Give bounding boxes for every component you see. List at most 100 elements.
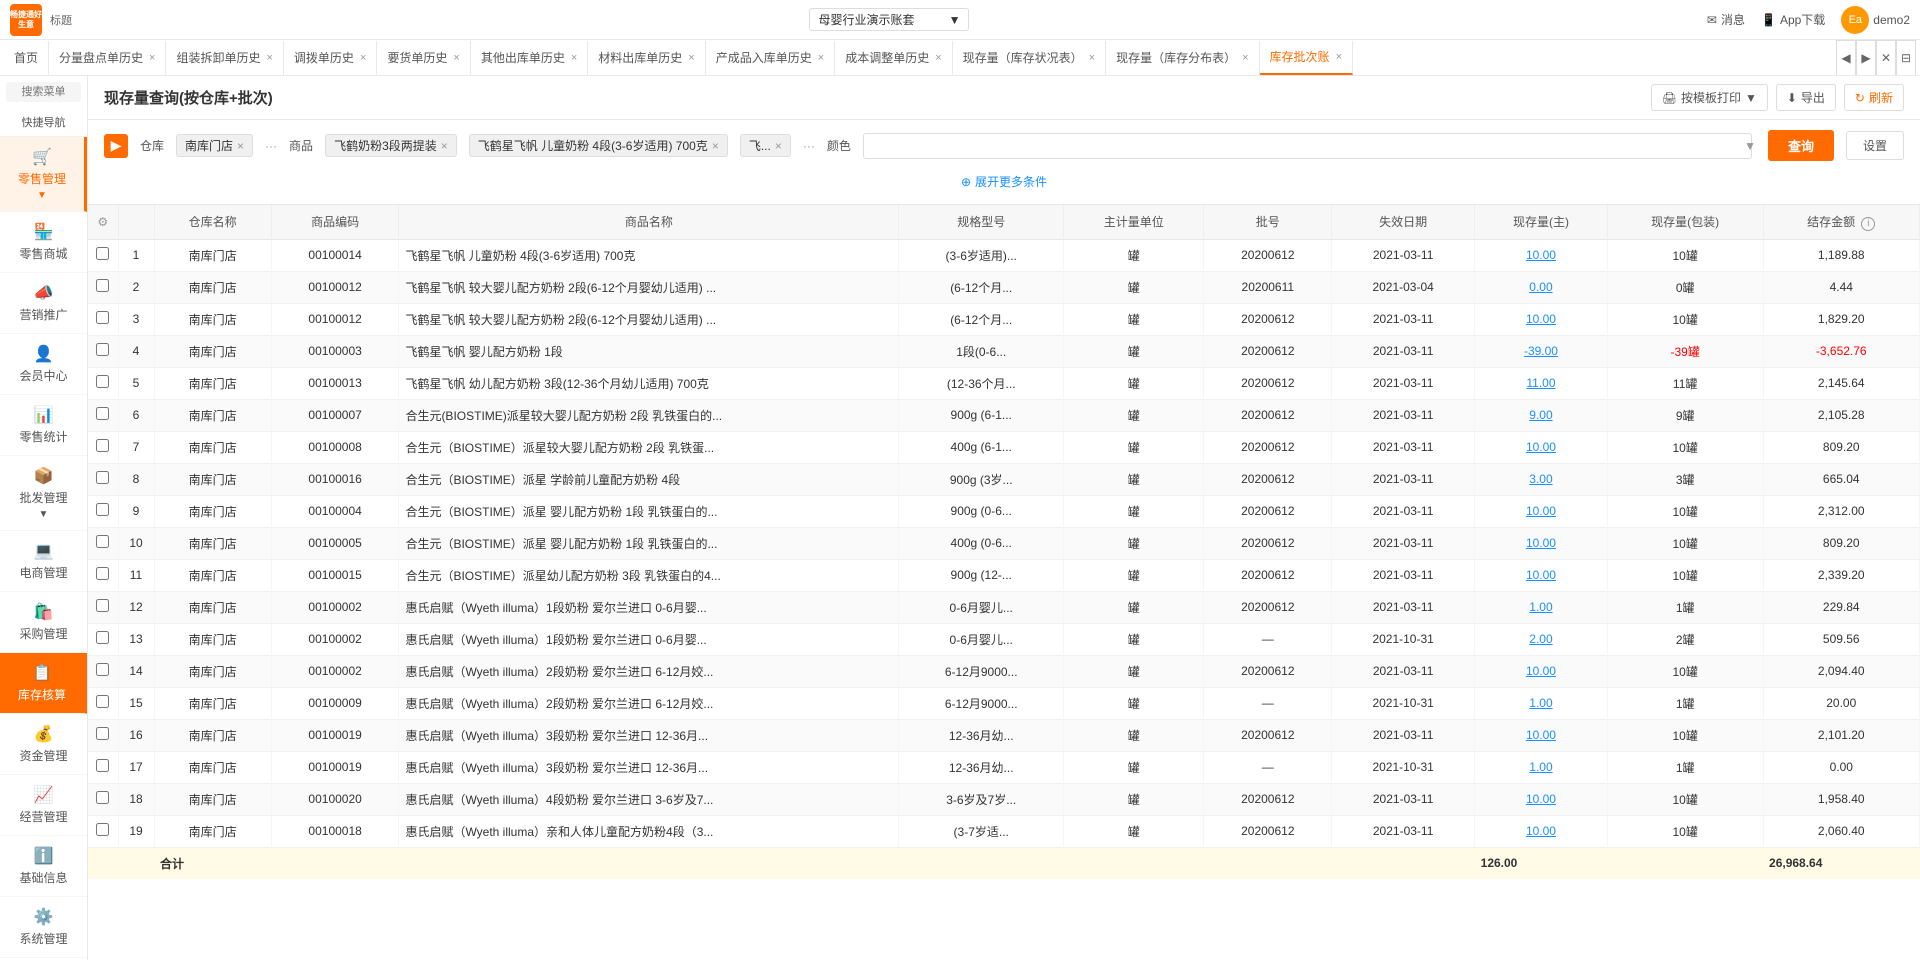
tab-cost-adjust[interactable]: 成本调整单历史 × [835, 41, 952, 75]
row-qty-main[interactable]: 11.00 [1475, 367, 1608, 399]
tab-close-product-in[interactable]: × [818, 52, 824, 64]
message-btn[interactable]: ✉ 消息 [1707, 11, 1745, 28]
warehouse-more-dots[interactable]: ··· [265, 139, 277, 153]
row-qty-main[interactable]: 10.00 [1475, 239, 1608, 271]
sidebar-item-purchase[interactable]: 🛍️ 采购管理 [0, 592, 87, 653]
row-qty-main[interactable]: 9.00 [1475, 399, 1608, 431]
sidebar-item-marketing[interactable]: 📣 营销推广 [0, 273, 87, 334]
tab-transfer[interactable]: 调拨单历史 × [284, 41, 377, 75]
row-checkbox[interactable] [88, 495, 118, 527]
sidebar-item-ecommerce[interactable]: 💻 电商管理 [0, 531, 87, 592]
sidebar-item-retail[interactable]: 🛒 零售管理 ▼ [0, 137, 87, 212]
row-checkbox[interactable] [88, 687, 118, 719]
row-checkbox[interactable] [88, 623, 118, 655]
tab-close-cost-adjust[interactable]: × [935, 52, 941, 64]
sidebar-item-system[interactable]: ⚙️ 系统管理 [0, 897, 87, 958]
row-checkbox[interactable] [88, 239, 118, 271]
tab-close-material-out[interactable]: × [688, 52, 694, 64]
product-tag3-close[interactable]: × [775, 139, 782, 153]
row-checkbox[interactable] [88, 303, 118, 335]
sidebar-item-member[interactable]: 👤 会员中心 [0, 334, 87, 395]
tab-home[interactable]: 首页 [4, 41, 49, 75]
search-menu-input[interactable] [6, 82, 81, 102]
product-more-dots[interactable]: ··· [803, 139, 815, 153]
tab-close-all[interactable]: ✕ [1876, 40, 1896, 76]
row-checkbox[interactable] [88, 751, 118, 783]
sidebar-item-retail-stats[interactable]: 📊 零售统计 [0, 395, 87, 456]
row-checkbox[interactable] [88, 431, 118, 463]
product-filter-tag3[interactable]: 飞... × [740, 134, 791, 157]
product-tag1-close[interactable]: × [441, 139, 448, 153]
sidebar-item-business[interactable]: 📈 经营管理 [0, 775, 87, 836]
product-tag2-close[interactable]: × [712, 139, 719, 153]
row-qty-main[interactable]: 1.00 [1475, 751, 1608, 783]
gear-icon[interactable]: ⚙ [97, 215, 108, 229]
tab-nav-right[interactable]: ▶ [1856, 40, 1876, 76]
row-qty-main[interactable]: 10.00 [1475, 527, 1608, 559]
app-download-btn[interactable]: 📱 App下载 [1761, 11, 1825, 28]
tab-close-inventory-status[interactable]: × [1089, 52, 1095, 64]
row-checkbox[interactable] [88, 527, 118, 559]
query-btn[interactable]: 查询 [1768, 130, 1834, 161]
tab-material-out[interactable]: 材料出库单历史 × [588, 41, 705, 75]
tab-menu[interactable]: ⊟ [1896, 40, 1916, 76]
row-qty-main[interactable]: 10.00 [1475, 559, 1608, 591]
template-print-btn[interactable]: 🖨 按模板打印 ▼ [1651, 84, 1768, 111]
product-filter-tag2[interactable]: 飞鹤星飞帆 儿童奶粉 4段(3-6岁适用) 700克 × [469, 134, 728, 157]
tab-close-batch-ledger[interactable]: × [1336, 51, 1342, 63]
refresh-btn[interactable]: ↻ 刷新 [1844, 84, 1904, 111]
tab-other-out[interactable]: 其他出库单历史 × [471, 41, 588, 75]
row-checkbox[interactable] [88, 367, 118, 399]
tab-disassemble[interactable]: 组装拆卸单历史 × [166, 41, 283, 75]
tab-product-in[interactable]: 产成品入库单历史 × [706, 41, 835, 75]
row-checkbox[interactable] [88, 655, 118, 687]
balance-info-icon[interactable]: i [1861, 217, 1875, 231]
tab-inventory-status[interactable]: 现存量（库存状况表） × [953, 41, 1106, 75]
row-qty-main[interactable]: 3.00 [1475, 463, 1608, 495]
row-qty-main[interactable]: 10.00 [1475, 655, 1608, 687]
row-qty-main[interactable]: 10.00 [1475, 495, 1608, 527]
user-menu[interactable]: Ea demo2 [1841, 6, 1910, 34]
tab-close-requisition[interactable]: × [453, 52, 459, 64]
tab-inventory-dist[interactable]: 现存量（库存分布表） × [1106, 41, 1259, 75]
row-checkbox[interactable] [88, 399, 118, 431]
color-filter-input[interactable] [863, 133, 1752, 159]
sidebar-item-wholesale[interactable]: 📦 批发管理 ▼ [0, 456, 87, 531]
row-checkbox[interactable] [88, 591, 118, 623]
row-checkbox[interactable] [88, 815, 118, 847]
row-checkbox[interactable] [88, 463, 118, 495]
tab-batch-ledger[interactable]: 库存批次账 × [1260, 41, 1353, 75]
warehouse-select[interactable]: 母婴行业演示账套 ▼ [809, 8, 969, 31]
expand-conditions-btn[interactable]: ⊕ 展开更多条件 [961, 173, 1047, 190]
tab-close-transfer[interactable]: × [360, 52, 366, 64]
row-qty-main[interactable]: 2.00 [1475, 623, 1608, 655]
tab-close-inventory-dist[interactable]: × [1242, 52, 1248, 64]
sidebar-item-finance[interactable]: 💰 资金管理 [0, 714, 87, 775]
row-checkbox[interactable] [88, 335, 118, 367]
row-checkbox[interactable] [88, 783, 118, 815]
sidebar-nav-quick[interactable]: 快捷导航 [0, 108, 87, 137]
row-qty-main[interactable]: -39.00 [1475, 335, 1608, 367]
tab-split-inventory[interactable]: 分量盘点单历史 × [49, 41, 166, 75]
warehouse-filter-tag[interactable]: 南库门店 × [176, 134, 253, 157]
row-qty-main[interactable]: 10.00 [1475, 431, 1608, 463]
tab-close-split-inventory[interactable]: × [149, 52, 155, 64]
row-qty-main[interactable]: 10.00 [1475, 783, 1608, 815]
export-btn[interactable]: ⬇ 导出 [1776, 84, 1836, 111]
sidebar-item-retail-shop[interactable]: 🏪 零售商城 [0, 212, 87, 273]
row-qty-main[interactable]: 10.00 [1475, 303, 1608, 335]
sidebar-item-basic[interactable]: ℹ️ 基础信息 [0, 836, 87, 897]
row-qty-main[interactable]: 10.00 [1475, 719, 1608, 751]
row-qty-main[interactable]: 10.00 [1475, 815, 1608, 847]
row-qty-main[interactable]: 0.00 [1475, 271, 1608, 303]
tab-nav-left[interactable]: ◀ [1836, 40, 1856, 76]
warehouse-tag-close[interactable]: × [237, 139, 244, 153]
row-checkbox[interactable] [88, 271, 118, 303]
filter-expand-btn[interactable]: ▶ [104, 134, 128, 158]
row-qty-main[interactable]: 1.00 [1475, 591, 1608, 623]
product-filter-tag1[interactable]: 飞鹤奶粉3段两提装 × [325, 134, 457, 157]
tab-requisition[interactable]: 要货单历史 × [377, 41, 470, 75]
tab-close-other-out[interactable]: × [571, 52, 577, 64]
row-checkbox[interactable] [88, 559, 118, 591]
col-checkbox-header[interactable]: ⚙ [88, 205, 118, 239]
